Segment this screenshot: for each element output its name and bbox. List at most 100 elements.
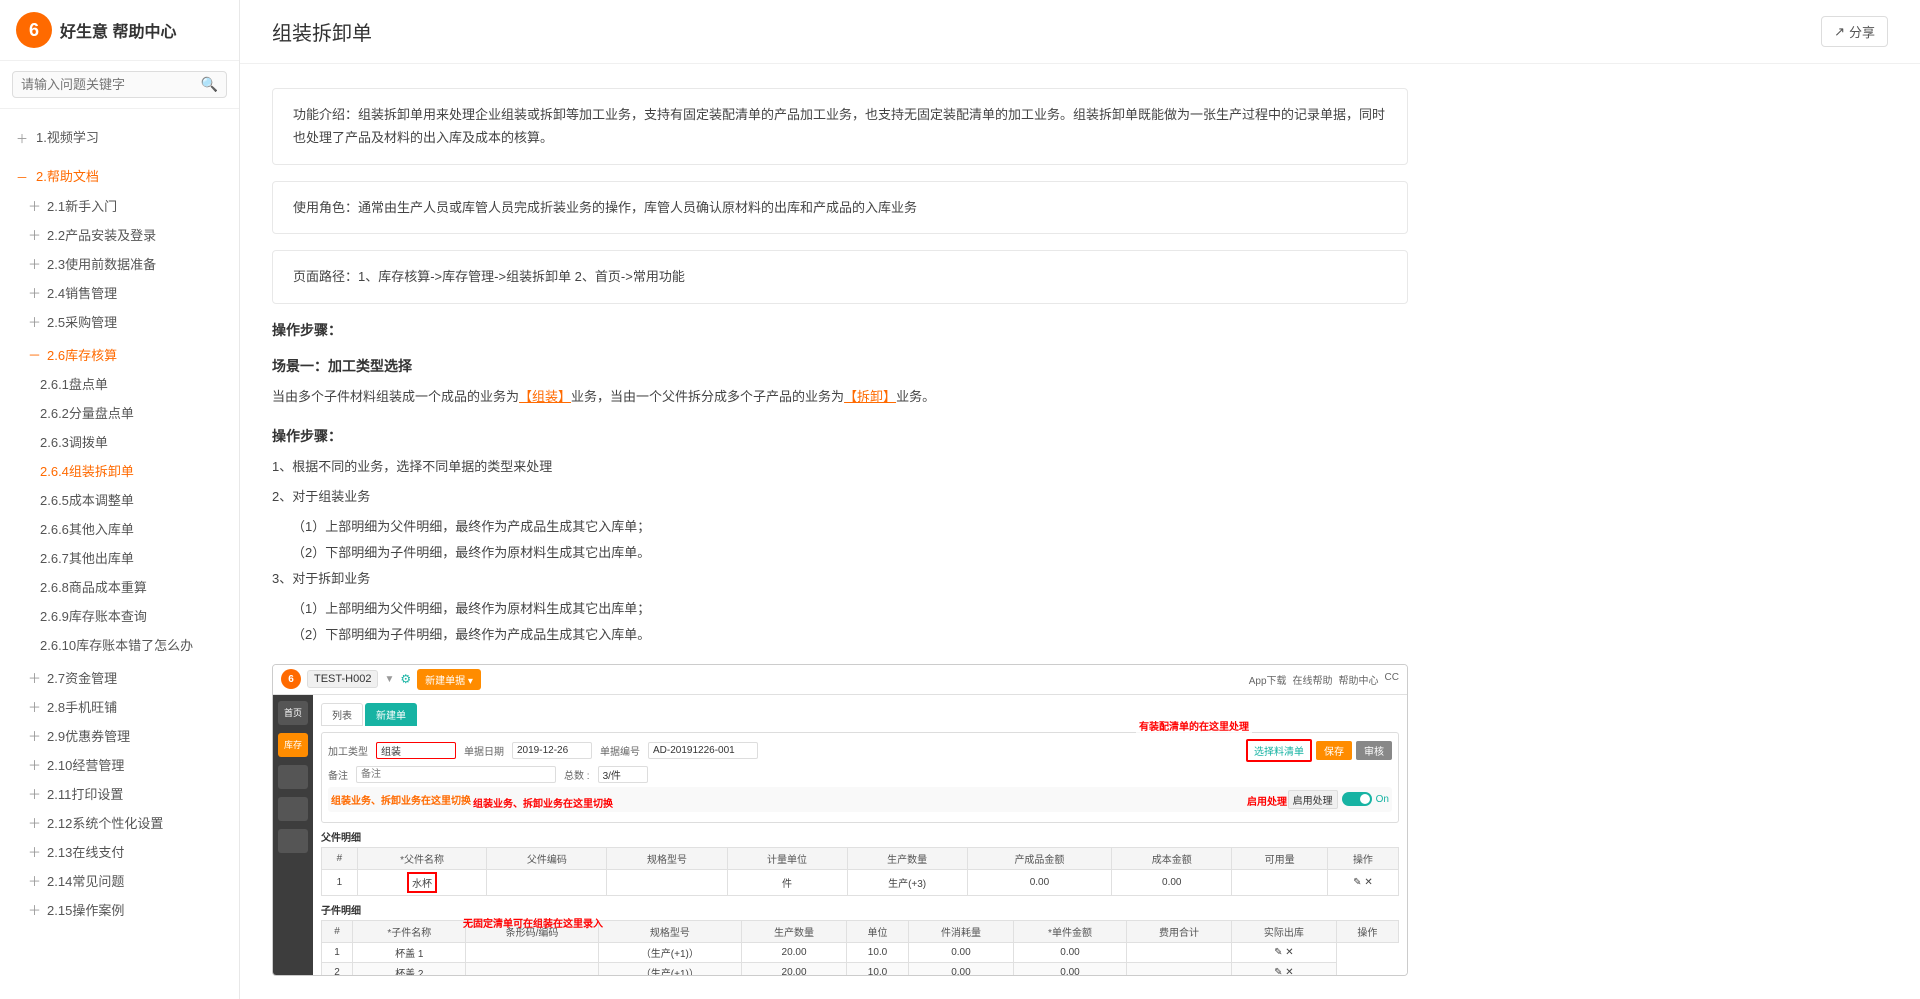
erp-child-del-icon[interactable]: ✕	[1285, 947, 1293, 958]
search-bar: 🔍	[0, 61, 239, 109]
erp-nav-more1	[278, 765, 308, 789]
erp-child-edit-icon[interactable]: ✎	[1274, 947, 1282, 958]
sidebar-item-print[interactable]: ＋ 2.11打印设置	[0, 779, 239, 808]
sidebar-item-finance[interactable]: ＋ 2.7资金管理	[0, 663, 239, 692]
erp-approve-btn[interactable]: 审核	[1356, 741, 1392, 760]
erp-delete-icon[interactable]: ✕	[1364, 877, 1372, 888]
sidebar-item-payment[interactable]: ＋ 2.13在线支付	[0, 837, 239, 866]
sidebar-item-help-docs[interactable]: － 2.帮助文档	[0, 160, 239, 191]
erp-edit-icon[interactable]: ✎	[1353, 877, 1361, 888]
erp-tab-new[interactable]: 新建单	[365, 703, 417, 726]
zuozhuang-link[interactable]: 【组装】	[519, 389, 571, 404]
erp-body: 首页 库存 列表 新建单	[273, 695, 1407, 975]
col-spec: 规格型号	[607, 847, 727, 869]
nav-tree: ＋ 1.视频学习 － 2.帮助文档 ＋ 2.1新手入门 ＋ 2.2产品安装及登录…	[0, 109, 239, 999]
col-action: 操作	[1327, 847, 1398, 869]
erp-child-detail-label: 子件明细	[321, 902, 1399, 917]
page-title: 组装拆卸单	[272, 17, 372, 46]
erp-child-edit-icon2[interactable]: ✎	[1274, 967, 1282, 975]
sidebar-item-install[interactable]: ＋ 2.2产品安装及登录	[0, 220, 239, 249]
col-avail: 可用量	[1232, 847, 1328, 869]
erp-enable-label: 启用处理	[1288, 790, 1338, 809]
erp-parent-item-cell[interactable]: 水杯	[407, 872, 437, 893]
content-area: 功能介绍：组装拆卸单用来处理企业组装或拆卸等加工业务，支持有固定装配清单的产品加…	[240, 64, 1440, 999]
col-warehouse: 成本金额	[1112, 847, 1232, 869]
search-input[interactable]	[21, 77, 201, 92]
plus-icon: ＋	[16, 130, 30, 144]
sidebar-item-inventory[interactable]: － 2.6库存核算	[0, 340, 239, 369]
sidebar-item-sales[interactable]: ＋ 2.4销售管理	[0, 278, 239, 307]
erp-input-qty2[interactable]	[598, 766, 648, 783]
sidebar-item-mobile[interactable]: ＋ 2.8手机旺铺	[0, 692, 239, 721]
erp-parent-table: # *父件名称 父件编码 规格型号 计量单位 生产数量 产成品金额 成本金额 可…	[321, 847, 1399, 896]
plus-icon-purchase: ＋	[28, 312, 41, 331]
screenshot-inner: 6 TEST-H002 ▼ ⚙ 新建单据 ▾ App下载 在线帮助 帮助中心 C…	[273, 665, 1407, 975]
step3-text: 3、对于拆卸业务	[272, 566, 1408, 592]
sidebar-item-cases[interactable]: ＋ 2.15操作案例	[0, 895, 239, 924]
scene1-desc: 当由多个子件材料组装成一个成品的业务为【组装】业务，当由一个父件拆分成多个子产品…	[272, 384, 1408, 410]
table-row: 2 杯盖 2 （生产(+1)） 20.00 10.0 0.00 0.00	[322, 962, 1399, 975]
sidebar-item-stockledger[interactable]: 2.6.9库存账本查询	[0, 601, 239, 630]
sidebar-item-costadj[interactable]: 2.6.5成本调整单	[0, 485, 239, 514]
erp-contact-icon: 帮助中心	[1339, 672, 1379, 687]
chaijian-link[interactable]: 【拆卸】	[844, 389, 896, 404]
sidebar: 6 好生意 帮助中心 🔍 ＋ 1.视频学习 － 2.帮助文档 ＋	[0, 0, 240, 999]
erp-label-type: 加工类型	[328, 743, 368, 758]
intro-block-1: 功能介绍：组装拆卸单用来处理企业组装或拆卸等加工业务，支持有固定装配清单的产品加…	[272, 88, 1408, 165]
sidebar-item-otherinstock[interactable]: 2.6.6其他入库单	[0, 514, 239, 543]
step3-sub2: （2）下部明细为子件明细，最终作为产成品生成其它入库单。	[272, 622, 1408, 648]
erp-label-switch: 组装业务、拆卸业务在这里切换	[331, 792, 471, 807]
plus-icon-print: ＋	[28, 784, 41, 803]
erp-input-date[interactable]	[512, 742, 592, 759]
scene1-heading: 场景一：加工类型选择	[272, 356, 1408, 376]
erp-label-qty2: 总数 :	[564, 767, 590, 782]
sidebar-item-transfer[interactable]: 2.6.3调拨单	[0, 427, 239, 456]
plus-icon-install: ＋	[28, 225, 41, 244]
sidebar-item-newbie[interactable]: ＋ 2.1新手入门	[0, 191, 239, 220]
scene1-steps-heading: 操作步骤：	[272, 426, 1408, 446]
search-icon[interactable]: 🔍	[201, 76, 218, 93]
step2-text: 2、对于组装业务	[272, 484, 1408, 510]
sidebar-item-dataprep[interactable]: ＋ 2.3使用前数据准备	[0, 249, 239, 278]
erp-tab-list[interactable]: 列表	[321, 703, 363, 726]
sidebar-item-otheroutstock[interactable]: 2.6.7其他出库单	[0, 543, 239, 572]
erp-nav-icons: App下载 在线帮助 帮助中心 CC	[1249, 672, 1399, 687]
sidebar-item-purchase[interactable]: ＋ 2.5采购管理	[0, 307, 239, 336]
intro-block-2: 使用角色：通常由生产人员或库管人员完成折装业务的操作，库管人员确认原材料的出库和…	[272, 181, 1408, 234]
sidebar-item-stockledgererr[interactable]: 2.6.10库存账本错了怎么办	[0, 630, 239, 659]
plus-icon-faq: ＋	[28, 871, 41, 890]
screenshot-container: 6 TEST-H002 ▼ ⚙ 新建单据 ▾ App下载 在线帮助 帮助中心 C…	[272, 664, 1408, 976]
erp-input-remark[interactable]	[356, 766, 556, 783]
erp-new-order-btn[interactable]: 新建单据 ▾	[417, 669, 481, 690]
share-button[interactable]: ↗ 分享	[1821, 16, 1888, 47]
erp-nav-inventory: 库存	[278, 733, 308, 757]
minus-icon: －	[16, 169, 30, 183]
sidebar-item-partialstocktake[interactable]: 2.6.2分量盘点单	[0, 398, 239, 427]
sidebar-item-faq[interactable]: ＋ 2.14常见问题	[0, 866, 239, 895]
sidebar-item-costrecalc[interactable]: 2.6.8商品成本重算	[0, 572, 239, 601]
erp-input-docno[interactable]	[648, 742, 758, 759]
sidebar-item-assembly[interactable]: 2.6.4组装拆卸单	[0, 456, 239, 485]
erp-toggle-on[interactable]	[1342, 792, 1372, 806]
erp-user-icon: CC	[1385, 672, 1399, 687]
sidebar-item-stocktake[interactable]: 2.6.1盘点单	[0, 369, 239, 398]
steps-heading: 操作步骤：	[272, 320, 1408, 340]
erp-save-btn[interactable]: 保存	[1316, 741, 1352, 760]
sidebar-item-video-learning[interactable]: ＋ 1.视频学习	[0, 121, 239, 152]
minus-icon-inventory: －	[28, 345, 41, 364]
erp-help-icon: 在线帮助	[1293, 672, 1333, 687]
erp-nav-more3	[278, 829, 308, 853]
erp-child-del-icon2[interactable]: ✕	[1285, 967, 1293, 975]
sidebar-item-ops[interactable]: ＋ 2.10经营管理	[0, 750, 239, 779]
step3-sub1: （1）上部明细为父件明细，最终作为原材料生成其它出库单；	[272, 596, 1408, 622]
erp-select-template-btn[interactable]: 选择料清单	[1246, 739, 1312, 762]
plus-icon-mobile: ＋	[28, 697, 41, 716]
erp-tabs: 列表 新建单	[321, 703, 1399, 726]
search-wrapper[interactable]: 🔍	[12, 71, 227, 98]
sidebar-item-settings[interactable]: ＋ 2.12系统个性化设置	[0, 808, 239, 837]
plus-icon-ops: ＋	[28, 755, 41, 774]
erp-document-area: 列表 新建单 加工类型 单据日期 单据编号	[313, 695, 1407, 975]
erp-input-type[interactable]	[376, 742, 456, 759]
erp-top-bar: 6 TEST-H002 ▼ ⚙ 新建单据 ▾ App下载 在线帮助 帮助中心 C…	[273, 665, 1407, 695]
sidebar-item-coupon[interactable]: ＋ 2.9优惠券管理	[0, 721, 239, 750]
